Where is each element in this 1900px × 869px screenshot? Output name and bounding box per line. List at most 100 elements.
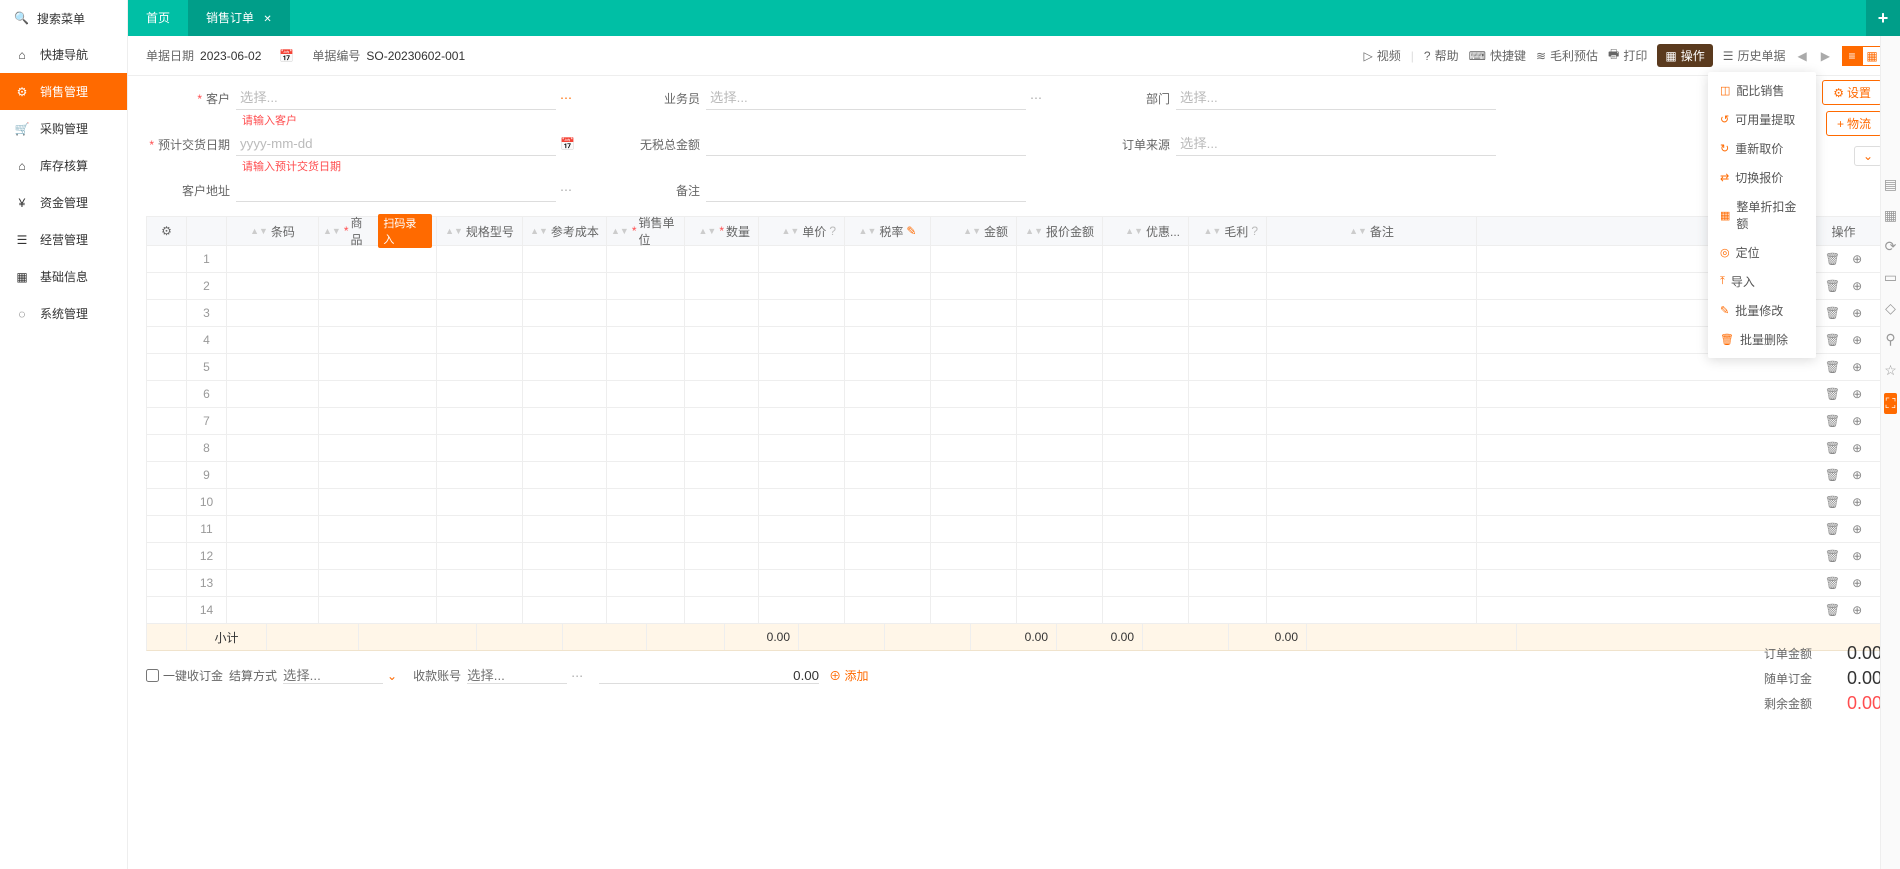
dropdown-item-batch-delete[interactable]: 🗑批量删除 <box>1708 325 1816 354</box>
col-product[interactable]: ▲▼*商品扫码录入 <box>319 217 437 245</box>
dropdown-item-locate[interactable]: ◎定位 <box>1708 238 1816 267</box>
add-row-icon[interactable]: ⊕ <box>1852 495 1862 509</box>
delete-row-icon[interactable]: 🗑 <box>1825 306 1840 320</box>
prev-doc-button[interactable]: ◀ <box>1796 49 1809 63</box>
sidebar-item-inventory[interactable]: ⌂ 库存核算 <box>0 147 127 184</box>
sidebar-item-basicinfo[interactable]: ▦ 基础信息 <box>0 258 127 295</box>
dropdown-item-ratio-sale[interactable]: ◫配比销售 <box>1708 76 1816 105</box>
source-input[interactable] <box>1176 132 1496 156</box>
add-row-icon[interactable]: ⊕ <box>1852 414 1862 428</box>
col-spec[interactable]: ▲▼规格型号 <box>437 217 523 245</box>
add-row-icon[interactable]: ⊕ <box>1852 576 1862 590</box>
delete-row-icon[interactable]: 🗑 <box>1825 576 1840 590</box>
doc-date-value[interactable]: 2023-06-02 <box>200 49 261 63</box>
delete-row-icon[interactable]: 🗑 <box>1825 495 1840 509</box>
calendar-icon[interactable]: 📅 <box>560 137 575 151</box>
col-price[interactable]: ▲▼单价? <box>759 217 845 245</box>
next-doc-button[interactable]: ▶ <box>1819 49 1832 63</box>
delete-row-icon[interactable]: 🗑 <box>1825 279 1840 293</box>
delivery-input[interactable] <box>236 132 556 156</box>
profit-button[interactable]: ≋毛利预估 <box>1536 47 1598 64</box>
col-refcost[interactable]: ▲▼参考成本 <box>523 217 607 245</box>
address-input[interactable] <box>236 178 556 202</box>
add-row-icon[interactable]: ⊕ <box>1852 333 1862 347</box>
add-row-icon[interactable]: ⊕ <box>1852 549 1862 563</box>
rail-icon-star[interactable]: ☆ <box>1884 362 1897 379</box>
table-row[interactable]: 11🗑⊕ <box>147 516 1881 543</box>
add-row-icon[interactable]: ⊕ <box>1852 468 1862 482</box>
table-row[interactable]: 12🗑⊕ <box>147 543 1881 570</box>
col-settings[interactable]: ⚙ <box>147 217 187 245</box>
table-row[interactable]: 7🗑⊕ <box>147 408 1881 435</box>
settings-button[interactable]: ⚙设置 <box>1822 80 1882 105</box>
shortcut-button[interactable]: ⌨快捷键 <box>1469 47 1526 64</box>
col-qty[interactable]: ▲▼*数量 <box>685 217 759 245</box>
deposit-checkbox[interactable] <box>146 669 159 682</box>
customer-input[interactable] <box>236 86 556 110</box>
rail-icon-6[interactable]: ⚲ <box>1885 331 1895 348</box>
delete-row-icon[interactable]: 🗑 <box>1825 333 1840 347</box>
video-button[interactable]: ▷视频 <box>1364 47 1401 64</box>
dropdown-item-switch-quote[interactable]: ⇄切换报价 <box>1708 163 1816 192</box>
tab-sales-order[interactable]: 销售订单 ✕ <box>188 0 290 36</box>
table-row[interactable]: 6🗑⊕ <box>147 381 1881 408</box>
sidebar-item-business[interactable]: ☰ 经营管理 <box>0 221 127 258</box>
tab-close-icon[interactable]: ✕ <box>263 14 271 25</box>
bottom-amount[interactable] <box>599 668 819 684</box>
sidebar-item-purchase[interactable]: 🛒 采购管理 <box>0 110 127 147</box>
help-button[interactable]: ?帮助 <box>1424 47 1459 64</box>
sidebar-item-sales[interactable]: ⚙ 销售管理 <box>0 73 127 110</box>
operate-button[interactable]: ▦操作 <box>1657 44 1712 67</box>
col-amount[interactable]: ▲▼金额 <box>931 217 1017 245</box>
delete-row-icon[interactable]: 🗑 <box>1825 252 1840 266</box>
more-icon[interactable]: ⋯ <box>560 91 572 105</box>
add-row-icon[interactable]: ⊕ <box>1852 306 1862 320</box>
col-tax[interactable]: ▲▼税率✎ <box>845 217 931 245</box>
scan-badge[interactable]: 扫码录入 <box>378 214 432 248</box>
salesman-input[interactable] <box>706 86 1026 110</box>
table-row[interactable]: 1🗑⊕ <box>147 246 1881 273</box>
table-row[interactable]: 9🗑⊕ <box>147 462 1881 489</box>
more-icon[interactable]: ⋯ <box>560 183 572 197</box>
table-row[interactable]: 13🗑⊕ <box>147 570 1881 597</box>
add-link[interactable]: ⊕ 添加 <box>829 667 868 684</box>
print-button[interactable]: 🖶打印 <box>1608 45 1647 66</box>
search-menu[interactable]: 🔍 搜索菜单 <box>0 0 127 36</box>
rail-icon-expand[interactable]: ⛶ <box>1884 393 1898 414</box>
delete-row-icon[interactable]: 🗑 <box>1825 360 1840 374</box>
view-list-button[interactable]: ≡ <box>1842 46 1862 66</box>
col-barcode[interactable]: ▲▼条码 <box>227 217 319 245</box>
delete-row-icon[interactable]: 🗑 <box>1825 522 1840 536</box>
settle-select[interactable] <box>283 668 383 684</box>
sidebar-item-funds[interactable]: ¥ 资金管理 <box>0 184 127 221</box>
table-row[interactable]: 14🗑⊕ <box>147 597 1881 624</box>
table-row[interactable]: 10🗑⊕ <box>147 489 1881 516</box>
chevron-down-icon[interactable]: ⌄ <box>387 669 397 683</box>
delete-row-icon[interactable]: 🗑 <box>1825 549 1840 563</box>
tab-add-button[interactable]: + <box>1866 0 1900 36</box>
tab-home[interactable]: 首页 <box>128 0 188 36</box>
table-row[interactable]: 4🗑⊕ <box>147 327 1881 354</box>
add-row-icon[interactable]: ⊕ <box>1852 387 1862 401</box>
add-row-icon[interactable]: ⊕ <box>1852 603 1862 617</box>
delete-row-icon[interactable]: 🗑 <box>1825 414 1840 428</box>
add-row-icon[interactable]: ⊕ <box>1852 279 1862 293</box>
col-note[interactable]: ▲▼备注 <box>1267 217 1477 245</box>
add-row-icon[interactable]: ⊕ <box>1852 522 1862 536</box>
amount-extax-input[interactable] <box>706 132 1026 156</box>
dropdown-item-available[interactable]: ↺可用量提取 <box>1708 105 1816 134</box>
view-grid-button[interactable]: ▦ <box>1862 46 1882 66</box>
col-quote[interactable]: ▲▼报价金额 <box>1017 217 1103 245</box>
add-row-icon[interactable]: ⊕ <box>1852 360 1862 374</box>
rail-icon-5[interactable]: ◇ <box>1885 300 1896 317</box>
dropdown-item-reprice[interactable]: ↻重新取价 <box>1708 134 1816 163</box>
table-row[interactable]: 5🗑⊕ <box>147 354 1881 381</box>
rail-icon-1[interactable]: ▤ <box>1884 176 1897 193</box>
rail-icon-4[interactable]: ▭ <box>1884 269 1897 286</box>
sidebar-item-system[interactable]: ◌ 系统管理 <box>0 295 127 332</box>
col-discount[interactable]: ▲▼优惠... <box>1103 217 1189 245</box>
add-row-icon[interactable]: ⊕ <box>1852 252 1862 266</box>
dropdown-item-order-discount[interactable]: ▦整单折扣金额 <box>1708 192 1816 238</box>
add-row-icon[interactable]: ⊕ <box>1852 441 1862 455</box>
logistics-button[interactable]: +物流 <box>1826 111 1882 136</box>
